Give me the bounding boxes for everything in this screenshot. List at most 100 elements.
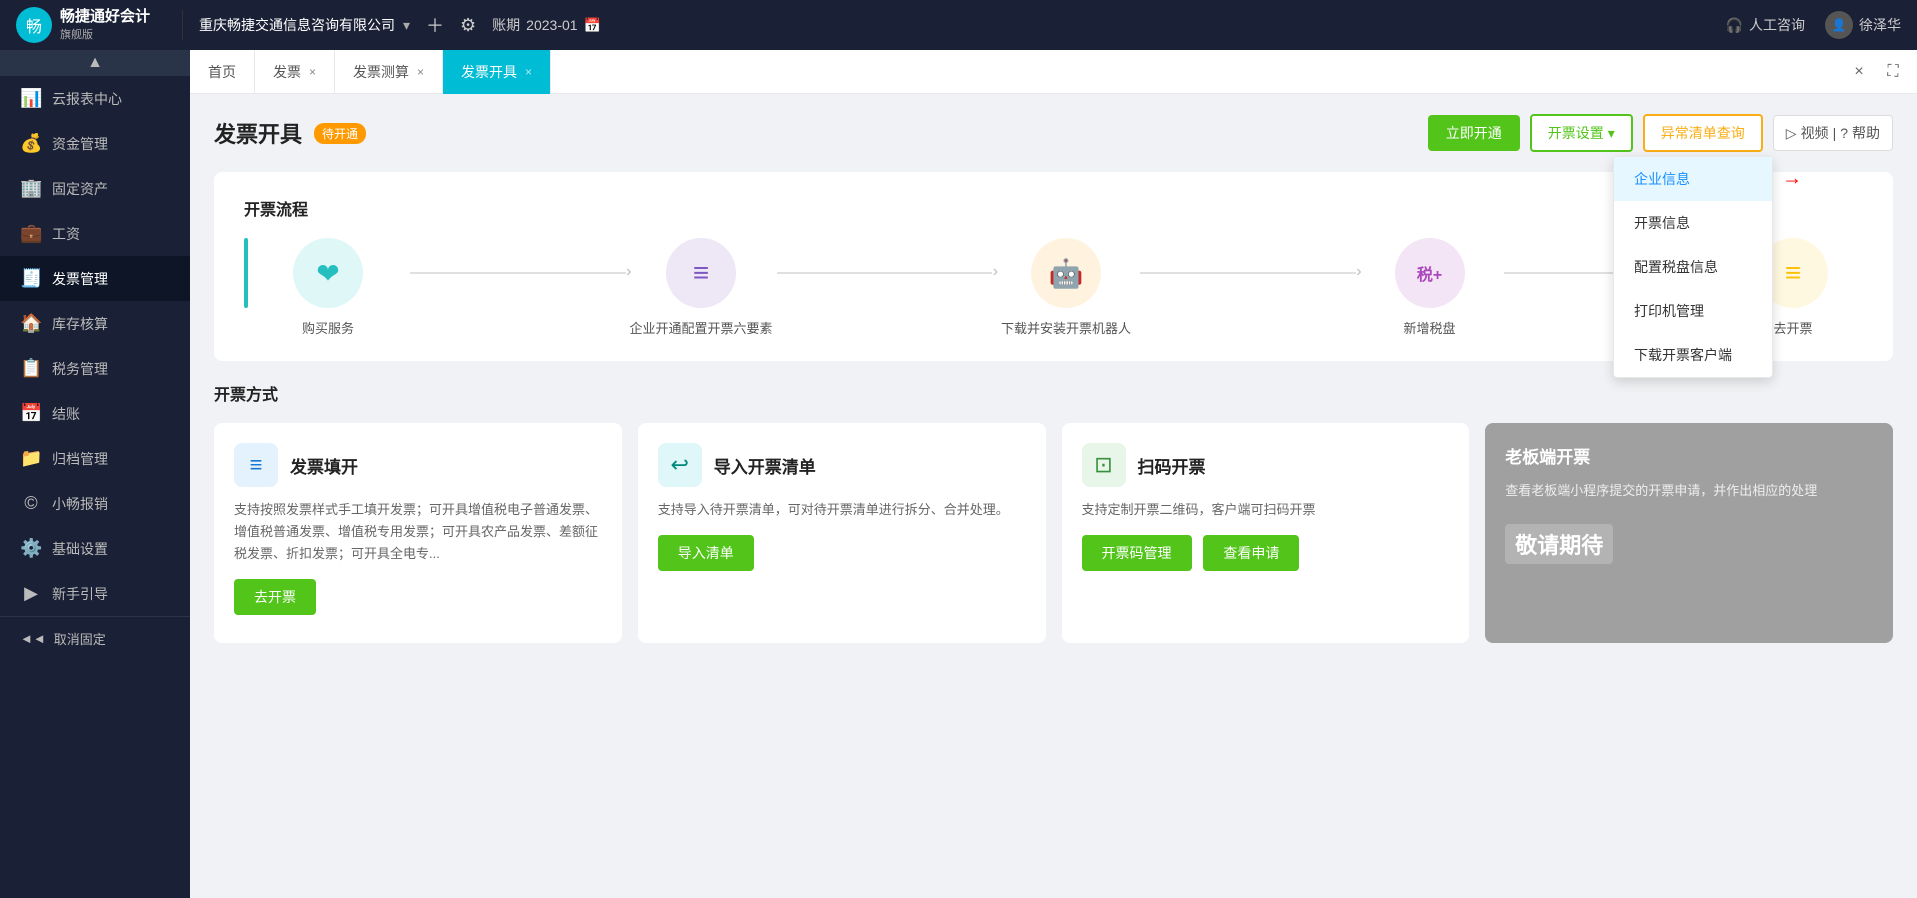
method-header-fill: ≡ 发票填开	[234, 443, 602, 487]
header-actions: 立即开通 开票设置 ▾ 异常清单查询 ▷ 视频 | ? 帮助	[1428, 114, 1893, 152]
tabs-bar: 首页 发票 × 发票测算 × 发票开具 × × ⛶	[190, 50, 1917, 94]
sidebar-label-fapiao: 发票管理	[52, 269, 108, 289]
abnormal-list-button[interactable]: 异常清单查询	[1643, 114, 1763, 152]
sidebar-item-shuiwu[interactable]: 📋 税务管理	[0, 346, 190, 391]
sidebar-item-guidang[interactable]: 📁 归档管理	[0, 436, 190, 481]
sidebar-item-xiaochang[interactable]: © 小畅报销	[0, 481, 190, 526]
boss-desc: 查看老板端小程序提交的开票申请，并作出相应的处理	[1505, 480, 1873, 502]
sidebar-item-yunbao[interactable]: 📊 云报表中心	[0, 76, 190, 121]
settings-icon[interactable]: ⚙	[460, 15, 476, 36]
dropdown-item-company-info[interactable]: 企业信息 →	[1614, 157, 1772, 201]
play-circle-icon: ▷	[1786, 125, 1797, 142]
methods-grid: ≡ 发票填开 支持按照发票样式手工填开发票；可开具增值税电子普通发票、增值税普通…	[214, 423, 1893, 643]
dropdown-item-tax-config[interactable]: 配置税盘信息	[1614, 245, 1772, 289]
flow-label-buy: 购买服务	[302, 318, 354, 337]
gear-icon: ⚙️	[20, 538, 42, 559]
scan-code-manage-button[interactable]: 开票码管理	[1082, 535, 1192, 571]
flow-step-2: ≡ 企业开通配置开票六要素	[630, 238, 773, 337]
period-info: 账期 2023-01 📅	[492, 15, 601, 35]
sidebar-label-jiezhang: 结账	[52, 404, 80, 424]
tab-cesuan-close[interactable]: ×	[417, 65, 424, 79]
calendar-icon: 📅	[584, 17, 601, 34]
company-name: 重庆畅捷交通信息咨询有限公司	[199, 15, 395, 35]
dropdown-item-invoice-info[interactable]: 开票信息	[1614, 201, 1772, 245]
tab-fapiao-kaiju[interactable]: 发票开具 ×	[443, 50, 551, 94]
tab-home[interactable]: 首页	[190, 50, 255, 94]
flow-connector-3	[1140, 272, 1356, 274]
fill-icon: ≡	[234, 443, 278, 487]
sidebar: ▲ 📊 云报表中心 💰 资金管理 🏢 固定资产 💼 工资 🧾 发票管理	[0, 50, 190, 898]
settings-dropdown-button[interactable]: 开票设置 ▾	[1530, 114, 1633, 152]
import-list-button[interactable]: 导入清单	[658, 535, 754, 571]
warehouse-icon: 🏠	[20, 313, 42, 334]
import-desc: 支持导入待开票清单，可对待开票清单进行拆分、合并处理。	[658, 499, 1026, 521]
sidebar-scroll-up[interactable]: ▲	[0, 50, 190, 76]
flow-icon-tax: 税+	[1395, 238, 1465, 308]
logo: 畅 畅捷通好会计 旗舰版	[16, 7, 166, 43]
period-label: 账期	[492, 15, 520, 35]
dropdown-arrow-icon: ▾	[403, 17, 410, 34]
video-label: 视频	[1801, 123, 1829, 143]
dropdown-label-company: 企业信息	[1634, 171, 1690, 187]
method-header-boss: 老板端开票	[1505, 443, 1873, 468]
period-value: 2023-01	[526, 17, 577, 33]
close-tab-button[interactable]: ×	[1845, 58, 1873, 86]
activate-button[interactable]: 立即开通	[1428, 115, 1520, 151]
scan-icon: ⊡	[1082, 443, 1126, 487]
tab-actions: × ⛶	[1845, 58, 1917, 86]
sidebar-item-gudingzichan[interactable]: 🏢 固定资产	[0, 166, 190, 211]
user-area[interactable]: 👤 徐泽华	[1825, 11, 1901, 39]
briefcase-icon: 💼	[20, 223, 42, 244]
sidebar-item-zijin[interactable]: 💰 资金管理	[0, 121, 190, 166]
import-icon: ↩	[658, 443, 702, 487]
dropdown-item-printer[interactable]: 打印机管理	[1614, 289, 1772, 333]
tab-fapiao[interactable]: 发票 ×	[255, 50, 335, 94]
fill-invoice-button[interactable]: 去开票	[234, 579, 316, 615]
maximize-button[interactable]: ⛶	[1879, 58, 1907, 86]
logo-icon: 畅	[16, 7, 52, 43]
flow-icon-buy: ❤	[293, 238, 363, 308]
sidebar-label-zijin: 资金管理	[52, 134, 108, 154]
receipt-icon: 🧾	[20, 268, 42, 289]
tab-home-label: 首页	[208, 62, 236, 82]
flow-connector-1	[410, 272, 626, 274]
sidebar-item-gongzi[interactable]: 💼 工资	[0, 211, 190, 256]
cancel-pin-button[interactable]: ◄◄ 取消固定	[0, 616, 190, 660]
chart-icon: 📊	[20, 88, 42, 109]
avatar: 👤	[1825, 11, 1853, 39]
method-card-scan: ⊡ 扫码开票 支持定制开票二维码，客户端可扫码开票 开票码管理 查看申请	[1062, 423, 1470, 643]
dropdown-label-tax: 配置税盘信息	[1634, 259, 1718, 275]
sidebar-label-kucun: 库存核算	[52, 314, 108, 334]
calendar-icon: 📅	[20, 403, 42, 424]
sidebar-item-kucun[interactable]: 🏠 库存核算	[0, 301, 190, 346]
flow-border-accent	[244, 238, 248, 308]
support-button[interactable]: 🎧 人工咨询	[1726, 15, 1805, 35]
dropdown-label-printer: 打印机管理	[1634, 303, 1704, 319]
company-selector[interactable]: 重庆畅捷交通信息咨询有限公司 ▾	[199, 15, 410, 35]
scan-view-apply-button[interactable]: 查看申请	[1203, 535, 1299, 571]
sidebar-item-jiezhang[interactable]: 📅 结账	[0, 391, 190, 436]
methods-title: 开票方式	[214, 381, 1893, 405]
status-badge: 待开通	[314, 123, 366, 144]
flow-label-robot: 下载并安装开票机器人	[1001, 318, 1131, 337]
flow-step-4: 税+ 新增税盘	[1360, 238, 1500, 337]
method-card-boss: 老板端开票 查看老板端小程序提交的开票申请，并作出相应的处理 敬请期待	[1485, 423, 1893, 643]
settings-button-label: 开票设置	[1548, 123, 1604, 143]
add-company-button[interactable]: ＋	[426, 12, 444, 38]
page-content: 发票开具 待开通 立即开通 开票设置 ▾ 异常清单查询 ▷ 视频 |	[190, 94, 1917, 898]
tab-kaiju-close[interactable]: ×	[525, 65, 532, 79]
video-help-button[interactable]: ▷ 视频 | ? 帮助	[1773, 115, 1893, 151]
dropdown-item-download[interactable]: 下载开票客户端	[1614, 333, 1772, 377]
archive-icon: 📁	[20, 448, 42, 469]
tab-fapiao-cesuan[interactable]: 发票测算 ×	[335, 50, 443, 94]
top-divider	[182, 10, 183, 40]
sidebar-item-fapiao[interactable]: 🧾 发票管理	[0, 256, 190, 301]
tab-fapiao-close[interactable]: ×	[309, 65, 316, 79]
sidebar-item-jichushezhi[interactable]: ⚙️ 基础设置	[0, 526, 190, 571]
flow-step-3: 🤖 下载并安装开票机器人	[996, 238, 1136, 337]
sidebar-label-xinshou: 新手引导	[52, 584, 108, 604]
tab-fapiao-label: 发票	[273, 62, 301, 82]
sidebar-item-xinshou[interactable]: ▶ 新手引导	[0, 571, 190, 616]
methods-section: 开票方式 ≡ 发票填开 支持按照发票样式手工填开发票；可开具增值税电子普通发票、…	[214, 381, 1893, 643]
scan-desc: 支持定制开票二维码，客户端可扫码开票	[1082, 499, 1450, 521]
